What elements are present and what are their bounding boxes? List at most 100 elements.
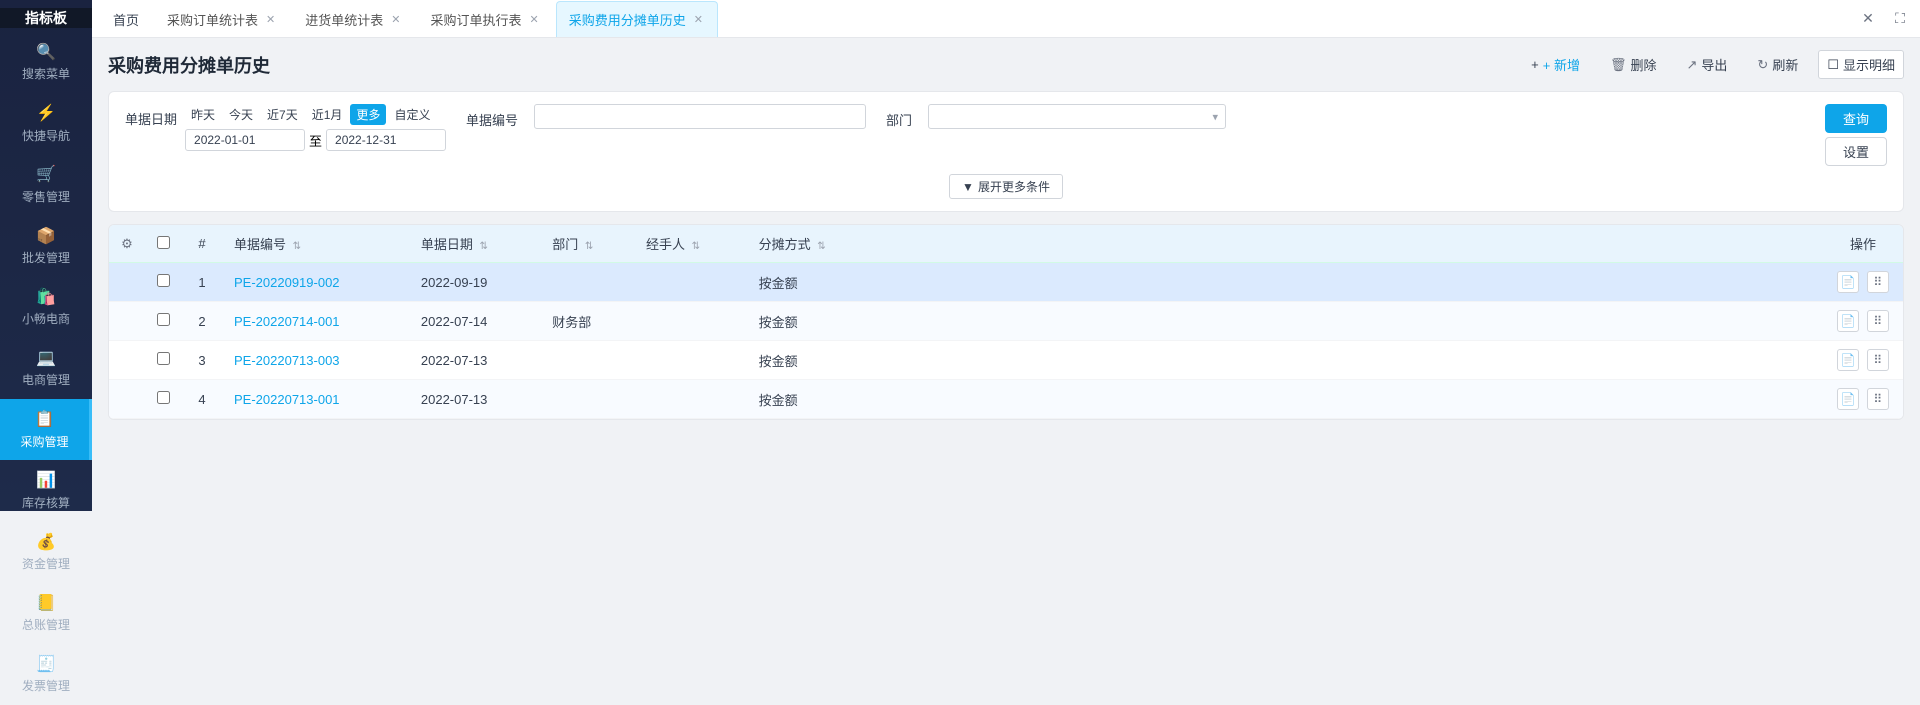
cell-dept <box>540 380 634 419</box>
doc-link[interactable]: PE-20220919-002 <box>234 275 340 290</box>
docno-filter-input[interactable] <box>534 104 866 129</box>
more-button[interactable]: ⠿ <box>1867 271 1889 293</box>
tab-close-all-button[interactable]: ✕ <box>1856 7 1880 31</box>
view-button[interactable]: 📄 <box>1837 388 1859 410</box>
page-header: 采购费用分摊单历史 + + 新增 🗑 删除 ↗ 导出 ↻ 刷新 <box>108 50 1904 79</box>
sidebar-item-inventory[interactable]: 📊 库存核算 <box>0 460 92 521</box>
sidebar-item-ledger[interactable]: 📒 总账管理 <box>0 583 92 644</box>
shortcut-custom[interactable]: 自定义 <box>388 104 436 125</box>
docno-filter-group: 单据编号 <box>466 104 866 129</box>
sort-doc-no-icon[interactable]: ⇅ <box>293 241 301 252</box>
dept-select-wrapper: 财务部 <box>928 104 1226 129</box>
cell-settings <box>109 341 145 380</box>
search-icon: 🔍 <box>4 42 88 64</box>
query-button[interactable]: 查询 <box>1825 104 1887 133</box>
tab-close-purchase-order-exec[interactable]: ✕ <box>528 12 541 27</box>
col-doc-date-label: 单据日期 <box>421 237 473 252</box>
tab-inbound-stats[interactable]: 进货单统计表 ✕ <box>292 1 415 37</box>
date-filter-controls: 昨天 今天 近7天 近1月 更多 自定义 至 <box>185 104 446 151</box>
tab-close-inbound-stats[interactable]: ✕ <box>389 12 402 27</box>
ecommerce-icon: 💻 <box>4 348 88 370</box>
filter-area: 单据日期 昨天 今天 近7天 近1月 更多 自定义 至 <box>108 91 1904 212</box>
more-button[interactable]: ⠿ <box>1867 310 1889 332</box>
sidebar-item-wholesale[interactable]: 📦 批发管理 <box>0 216 92 277</box>
column-settings-icon[interactable]: ⚙ <box>121 236 133 251</box>
delete-button[interactable]: 🗑 删除 <box>1600 51 1667 78</box>
sidebar-item-retail[interactable]: 🛒 零售管理 <box>0 154 92 215</box>
refresh-button[interactable]: ↻ 刷新 <box>1747 51 1808 78</box>
cell-ops: 📄 ⠿ <box>1823 380 1903 419</box>
sort-dept-icon[interactable]: ⇅ <box>585 241 593 252</box>
sort-doc-date-icon[interactable]: ⇅ <box>480 241 488 252</box>
sidebar-item-ecommerce[interactable]: 💻 电商管理 <box>0 338 92 399</box>
export-button[interactable]: ↗ 导出 <box>1676 51 1737 78</box>
tab-purchase-cost-split[interactable]: 采购费用分摊单历史 ✕ <box>556 1 718 37</box>
inventory-icon: 📊 <box>4 470 88 492</box>
shortcut-yesterday[interactable]: 昨天 <box>185 104 221 125</box>
select-all-checkbox[interactable] <box>157 236 170 249</box>
row-checkbox[interactable] <box>157 313 170 326</box>
row-checkbox[interactable] <box>157 274 170 287</box>
row-checkbox[interactable] <box>157 391 170 404</box>
tab-close-purchase-order-stats[interactable]: ✕ <box>264 12 277 27</box>
add-button[interactable]: + + 新增 <box>1521 51 1590 78</box>
wholesale-icon: 📦 <box>4 226 88 248</box>
sort-split-method-icon[interactable]: ⇅ <box>817 241 825 252</box>
shortcut-1month[interactable]: 近1月 <box>306 104 349 125</box>
tab-close-purchase-cost-split[interactable]: ✕ <box>692 12 705 27</box>
view-button[interactable]: 📄 <box>1837 271 1859 293</box>
tab-home-label: 首页 <box>113 10 139 29</box>
expand-row: ▼ 展开更多条件 <box>125 174 1887 199</box>
doc-link[interactable]: PE-20220713-001 <box>234 392 340 407</box>
col-split-method: 分摊方式 ⇅ <box>747 225 1823 263</box>
date-to-input[interactable] <box>326 129 446 151</box>
sidebar-item-invoice[interactable]: 🧾 发票管理 <box>0 644 92 705</box>
sidebar-item-quick-nav[interactable]: ⚡ 快捷导航 <box>0 93 92 154</box>
cell-handler <box>634 380 747 419</box>
cell-doc-no: PE-20220713-001 <box>222 380 409 419</box>
cell-split-method: 按金额 <box>747 341 1823 380</box>
date-separator: 至 <box>309 131 322 150</box>
row-checkbox[interactable] <box>157 352 170 365</box>
sidebar-item-purchase[interactable]: 📋 采购管理 <box>0 399 92 460</box>
show-cols-button[interactable]: ☐ 显示明细 <box>1818 50 1904 79</box>
doc-link[interactable]: PE-20220714-001 <box>234 314 340 329</box>
tab-fullscreen-button[interactable]: ⛶ <box>1888 7 1912 31</box>
cell-handler <box>634 341 747 380</box>
shortcut-more[interactable]: 更多 <box>350 104 386 125</box>
date-from-input[interactable] <box>185 129 305 151</box>
sidebar-item-search[interactable]: 🔍 搜索菜单 <box>0 32 92 93</box>
view-button[interactable]: 📄 <box>1837 349 1859 371</box>
dept-filter-group: 部门 财务部 <box>886 104 1226 129</box>
cell-settings <box>109 380 145 419</box>
col-settings: ⚙ <box>109 225 145 263</box>
shortcut-today[interactable]: 今天 <box>223 104 259 125</box>
add-label: + 新增 <box>1543 55 1580 74</box>
dept-select[interactable]: 财务部 <box>928 104 1226 129</box>
doc-link[interactable]: PE-20220713-003 <box>234 353 340 368</box>
checkbox-icon: ☐ <box>1827 57 1839 73</box>
sidebar-item-label: 库存核算 <box>22 496 70 510</box>
more-button[interactable]: ⠿ <box>1867 388 1889 410</box>
shortcut-7days[interactable]: 近7天 <box>261 104 304 125</box>
sidebar-item-finance[interactable]: 💰 资金管理 <box>0 522 92 583</box>
sort-handler-icon[interactable]: ⇅ <box>692 241 700 252</box>
col-doc-no-label: 单据编号 <box>234 237 286 252</box>
tab-purchase-order-stats[interactable]: 采购订单统计表 ✕ <box>154 1 290 37</box>
settings-button[interactable]: 设置 <box>1825 137 1887 166</box>
tab-label: 进货单统计表 <box>305 10 383 29</box>
show-cols-label: 显示明细 <box>1843 55 1895 74</box>
cell-handler <box>634 302 747 341</box>
more-button[interactable]: ⠿ <box>1867 349 1889 371</box>
expand-more-button[interactable]: ▼ 展开更多条件 <box>949 174 1063 199</box>
tab-purchase-order-exec[interactable]: 采购订单执行表 ✕ <box>417 1 553 37</box>
cell-doc-date: 2022-09-19 <box>409 263 540 302</box>
view-button[interactable]: 📄 <box>1837 310 1859 332</box>
tab-home[interactable]: 首页 <box>100 1 152 37</box>
col-handler: 经手人 ⇅ <box>634 225 747 263</box>
expand-icon: ▼ <box>962 180 974 194</box>
cell-num: 4 <box>182 380 222 419</box>
finance-icon: 💰 <box>4 532 88 554</box>
sidebar-item-mini-mall[interactable]: 🛍️ 小畅电商 <box>0 277 92 338</box>
cell-num: 2 <box>182 302 222 341</box>
